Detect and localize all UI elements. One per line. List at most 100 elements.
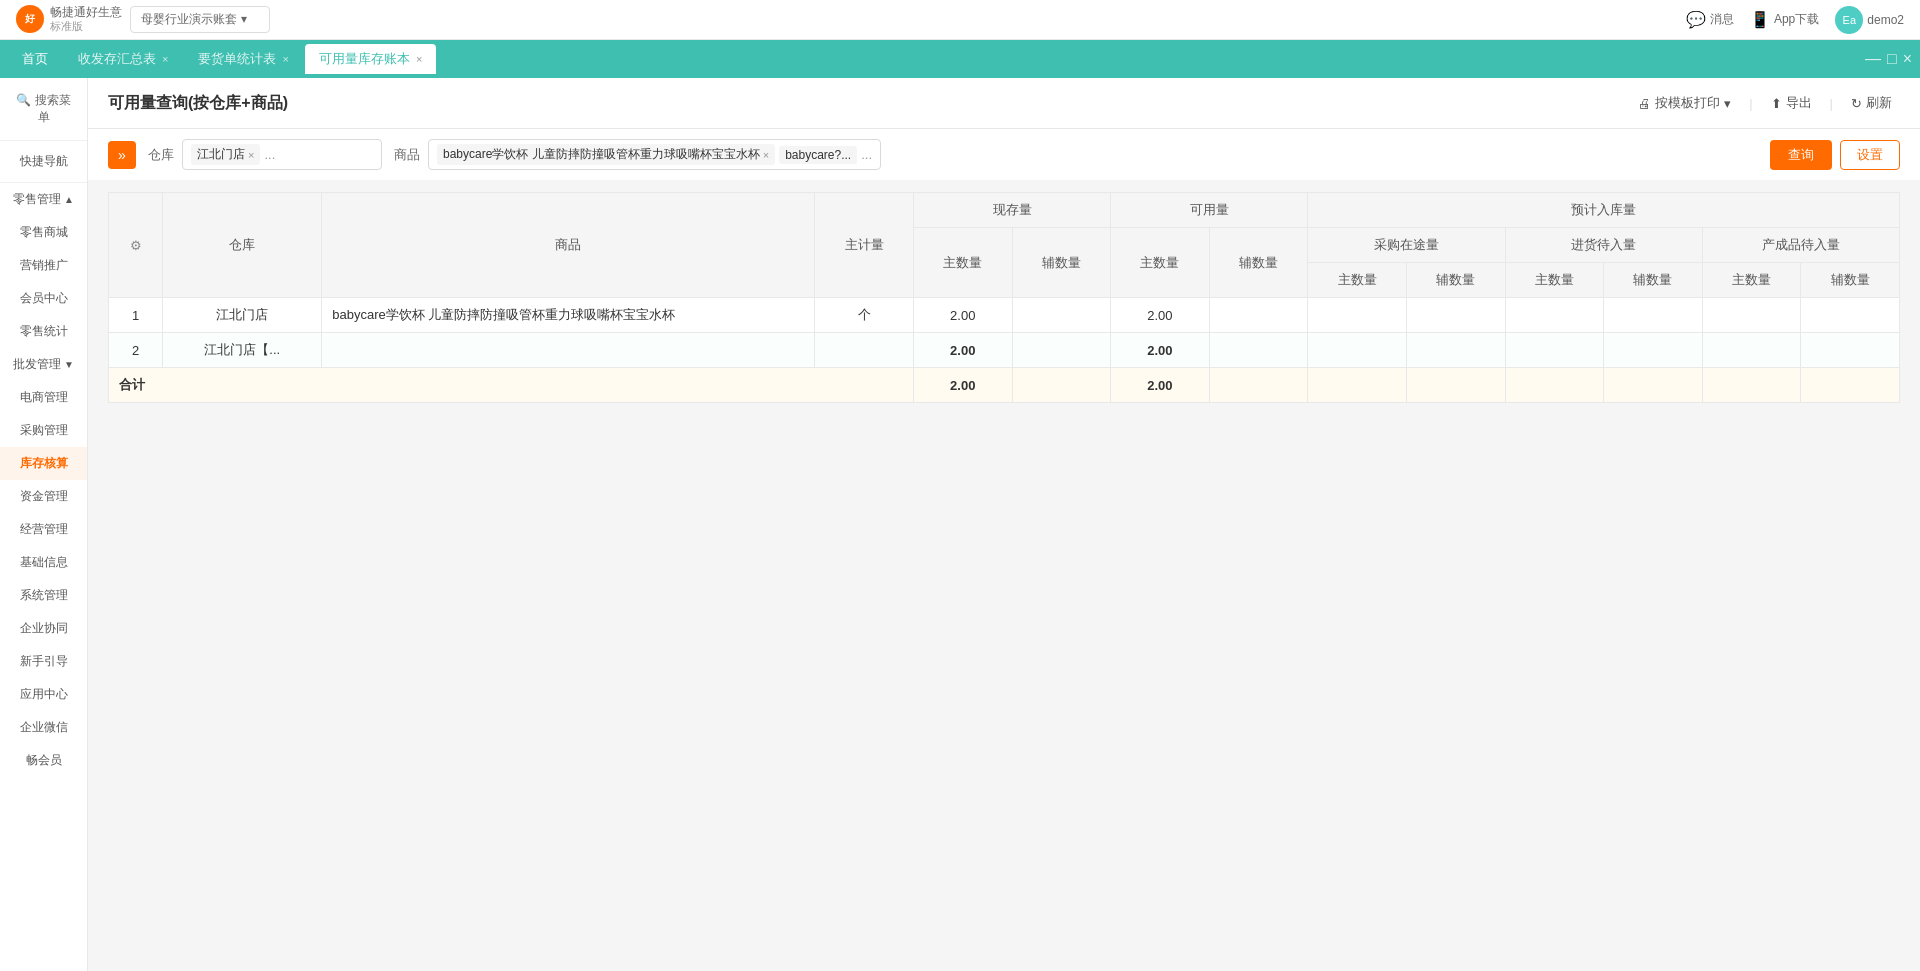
content-area: 可用量查询(按仓库+商品) 🖨 按模板打印 ▾ | ⬆ 导出 | ↻ 刷新 (88, 78, 1920, 971)
minimize-btn[interactable]: — (1865, 50, 1881, 68)
row1-inc-aux (1604, 298, 1703, 333)
tab-order-label: 要货单统计表 (198, 50, 276, 68)
summary-inc-main (1505, 368, 1604, 403)
product-tag-1-value: babycare学饮杯 儿童防摔防撞吸管杯重力球吸嘴杯宝宝水杯 (443, 146, 760, 163)
row1-inc-main (1505, 298, 1604, 333)
sidebar-item-operations[interactable]: 经营管理 (0, 513, 87, 546)
sep1: | (1749, 96, 1752, 111)
product-tag-2-value: babycare?... (785, 148, 851, 162)
warehouse-input[interactable]: 江北门店 × ... (182, 139, 382, 170)
sidebar-item-basic-info-label: 基础信息 (20, 555, 68, 569)
sidebar-item-wholesale-mgmt[interactable]: 批发管理 ▼ (0, 348, 87, 381)
page-header: 可用量查询(按仓库+商品) 🖨 按模板打印 ▾ | ⬆ 导出 | ↻ 刷新 (88, 78, 1920, 129)
product-input[interactable]: babycare学饮杯 儿童防摔防撞吸管杯重力球吸嘴杯宝宝水杯 × babyca… (428, 139, 881, 170)
sidebar-item-new-guide-label: 新手引导 (20, 654, 68, 668)
row2-index: 2 (109, 333, 163, 368)
sidebar-item-ecommerce[interactable]: 电商管理 (0, 381, 87, 414)
sidebar-item-purchase[interactable]: 采购管理 (0, 414, 87, 447)
sidebar-item-member-label: 畅会员 (26, 753, 62, 767)
refresh-btn[interactable]: ↻ 刷新 (1843, 90, 1900, 116)
sidebar: 🔍 搜索菜单 快捷导航 零售管理 ▲ 零售商城 营销推广 会员中心 零售统计 批… (0, 78, 88, 971)
sidebar-item-system[interactable]: 系统管理 (0, 579, 87, 612)
industry-selector[interactable]: 母婴行业演示账套 ▾ (130, 6, 270, 33)
warehouse-tag-close[interactable]: × (248, 149, 254, 161)
refresh-label: 刷新 (1866, 94, 1892, 112)
tab-available-close[interactable]: × (416, 53, 422, 65)
th-product: 商品 (322, 193, 815, 298)
row1-warehouse: 江北门店 (163, 298, 322, 333)
product-tag-1-close[interactable]: × (763, 149, 769, 161)
data-table: ⚙ 仓库 商品 主计量 现存量 可用量 预计入库量 主数量 辅数量 主数量 辅数… (108, 192, 1900, 403)
th-stock-aux: 辅数量 (1012, 228, 1111, 298)
warehouse-tag: 江北门店 × (191, 144, 260, 165)
search-menu-label: 搜索菜单 (35, 93, 71, 124)
th-incoming: 进货待入量 (1505, 228, 1702, 263)
th-pur-transit-main: 主数量 (1308, 263, 1407, 298)
tab-receive[interactable]: 收发存汇总表 × (64, 44, 182, 74)
row1-prod-aux (1801, 298, 1900, 333)
warehouse-tag-value: 江北门店 (197, 146, 245, 163)
sidebar-item-inventory[interactable]: 库存核算 (0, 447, 87, 480)
warehouse-ellipsis[interactable]: ... (264, 147, 275, 162)
product-label: 商品 (394, 146, 420, 164)
setting-btn[interactable]: 设置 (1840, 140, 1900, 170)
logo-text-group: 畅捷通好生意 标准版 (50, 5, 122, 34)
row2-unit (815, 333, 914, 368)
sidebar-item-system-label: 系统管理 (20, 588, 68, 602)
query-btn[interactable]: 查询 (1770, 140, 1832, 170)
sidebar-search-area: 🔍 搜索菜单 (0, 78, 87, 141)
summary-stock-main: 2.00 (913, 368, 1012, 403)
tab-order[interactable]: 要货单统计表 × (184, 44, 302, 74)
th-avail-aux: 辅数量 (1209, 228, 1308, 298)
tab-receive-close[interactable]: × (162, 53, 168, 65)
sidebar-item-finance[interactable]: 资金管理 (0, 480, 87, 513)
sidebar-item-retail-mgmt[interactable]: 零售管理 ▲ (0, 183, 87, 216)
settings-icon[interactable]: ⚙ (130, 238, 142, 253)
app-icon: 📱 (1750, 10, 1770, 29)
product-tag-2: babycare?... (779, 146, 857, 164)
sidebar-item-member-center[interactable]: 会员中心 (0, 282, 87, 315)
close-window-btn[interactable]: × (1903, 50, 1912, 68)
quick-nav-label: 快捷导航 (20, 154, 68, 168)
table-row: 2 江北门店【... 2.00 2.00 (109, 333, 1900, 368)
sidebar-item-app-center[interactable]: 应用中心 (0, 678, 87, 711)
warehouse-label: 仓库 (148, 146, 174, 164)
sidebar-item-retail-stats[interactable]: 零售统计 (0, 315, 87, 348)
window-controls: — □ × (1865, 50, 1912, 68)
product-ellipsis[interactable]: ... (861, 147, 872, 162)
tab-order-close[interactable]: × (282, 53, 288, 65)
page-title: 可用量查询(按仓库+商品) (108, 93, 288, 114)
th-product-pending: 产成品待入量 (1702, 228, 1899, 263)
logo-sub: 标准版 (50, 19, 122, 34)
sidebar-item-enterprise[interactable]: 企业协同 (0, 612, 87, 645)
template-print-btn[interactable]: 🖨 按模板打印 ▾ (1630, 90, 1739, 116)
sidebar-item-inventory-label: 库存核算 (20, 456, 68, 470)
summary-pur-main (1308, 368, 1407, 403)
table-area: ⚙ 仓库 商品 主计量 现存量 可用量 预计入库量 主数量 辅数量 主数量 辅数… (88, 180, 1920, 971)
tab-home[interactable]: 首页 (8, 44, 62, 74)
th-settings[interactable]: ⚙ (109, 193, 163, 298)
user-profile-btn[interactable]: Ea demo2 (1835, 6, 1904, 34)
row1-avail-main: 2.00 (1111, 298, 1210, 333)
chevron-down-icon-2: ▾ (1724, 96, 1731, 111)
tab-home-label: 首页 (22, 50, 48, 68)
sidebar-item-marketing[interactable]: 营销推广 (0, 249, 87, 282)
sidebar-item-retail-mall[interactable]: 零售商城 (0, 216, 87, 249)
export-btn[interactable]: ⬆ 导出 (1763, 90, 1820, 116)
sidebar-item-new-guide[interactable]: 新手引导 (0, 645, 87, 678)
tab-available[interactable]: 可用量库存账本 × (305, 44, 436, 74)
sidebar-item-basic-info[interactable]: 基础信息 (0, 546, 87, 579)
industry-label: 母婴行业演示账套 (141, 11, 237, 28)
sidebar-item-wechat[interactable]: 企业微信 (0, 711, 87, 744)
sidebar-item-operations-label: 经营管理 (20, 522, 68, 536)
tab-receive-label: 收发存汇总表 (78, 50, 156, 68)
sidebar-item-member[interactable]: 畅会员 (0, 744, 87, 777)
search-menu-btn[interactable]: 🔍 搜索菜单 (8, 88, 79, 130)
maximize-btn[interactable]: □ (1887, 50, 1897, 68)
sidebar-item-quick-nav[interactable]: 快捷导航 (0, 145, 87, 178)
filter-toggle-btn[interactable]: » (108, 141, 136, 169)
app-download-btn[interactable]: 📱 App下载 (1750, 10, 1819, 29)
row2-product (322, 333, 815, 368)
message-btn[interactable]: 💬 消息 (1686, 10, 1734, 29)
sep2: | (1830, 96, 1833, 111)
